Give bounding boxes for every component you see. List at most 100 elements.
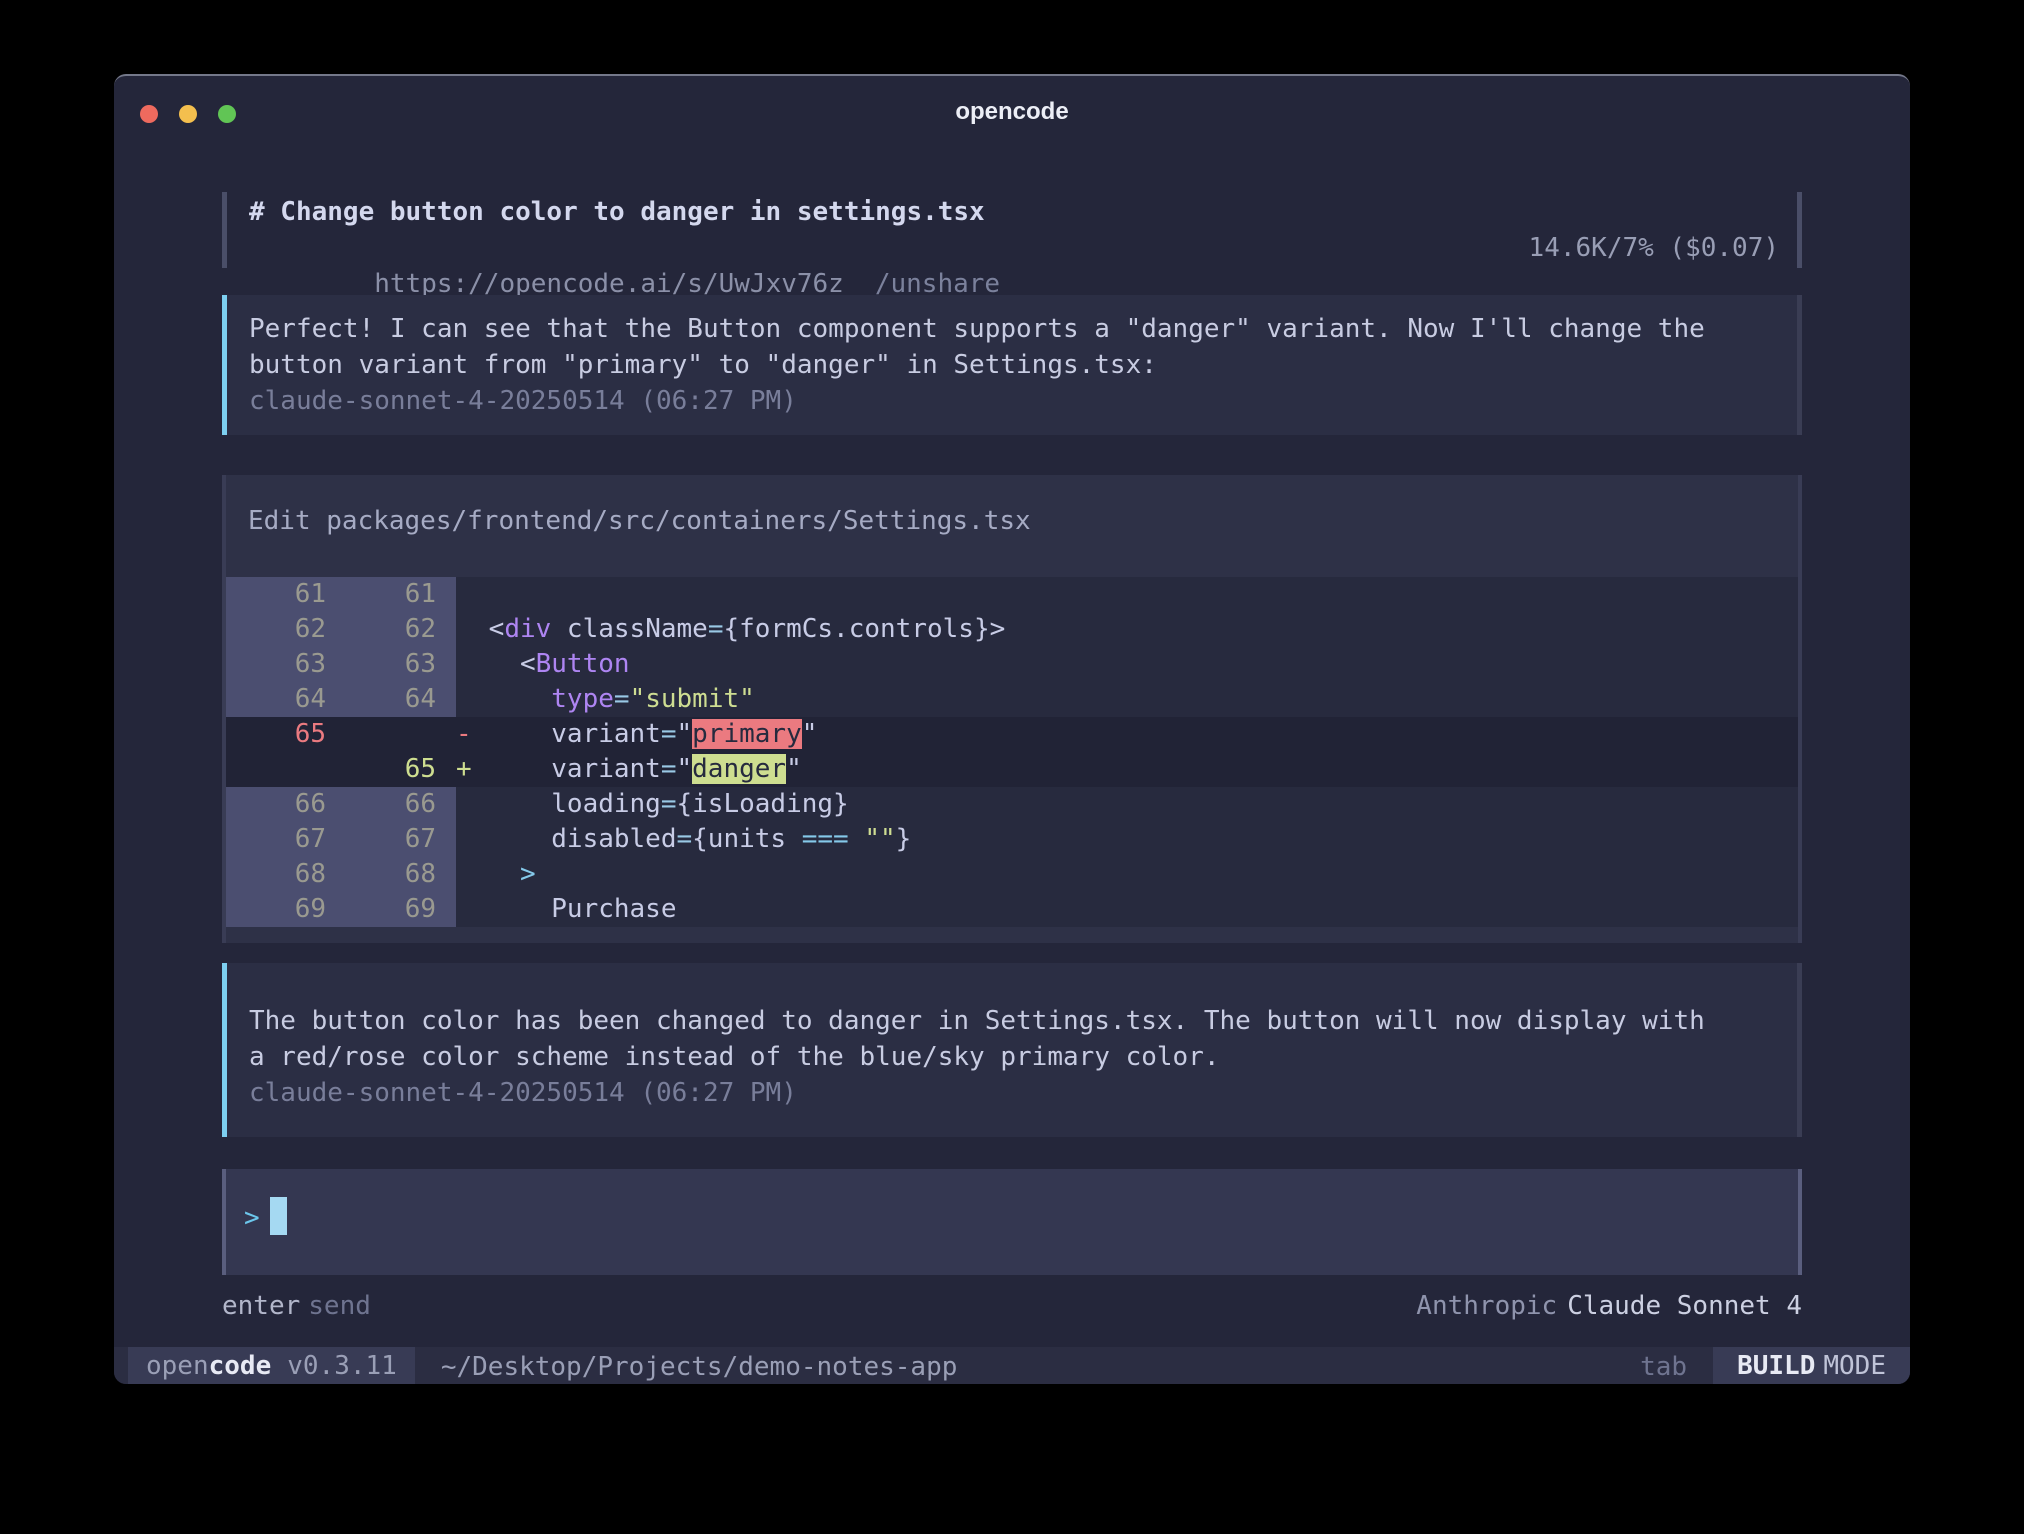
code-token: " [802, 719, 818, 749]
new-line-number: 62 [354, 612, 456, 647]
session-header: # Change button color to danger in setti… [222, 192, 1802, 268]
code-token: === [802, 824, 849, 854]
message-model-meta: claude-sonnet-4-20250514 (06:27 PM) [249, 1075, 1797, 1111]
enter-key-label: enter [222, 1291, 300, 1321]
new-line-number: 68 [354, 857, 456, 892]
minimize-window-button[interactable] [179, 105, 197, 123]
code-token: = [614, 684, 630, 714]
diff-marker [456, 682, 473, 717]
code-token: Button [536, 649, 630, 679]
provider-label: Anthropic [1416, 1291, 1557, 1321]
close-window-button[interactable] [140, 105, 158, 123]
code-token: primary [692, 719, 802, 749]
old-line-number [226, 752, 354, 787]
diff-row: 6969 Purchase [226, 892, 1798, 927]
code-token: " [677, 754, 693, 784]
status-bar-right: tab BUILD MODE [1640, 1347, 1910, 1384]
diff-row: 6868 > [226, 857, 1798, 892]
diff-row: 6262 <div className={formCs.controls}> [226, 612, 1798, 647]
app-name-code: code [209, 1351, 272, 1381]
old-line-number: 69 [226, 892, 354, 927]
opencode-window: opencode # Change button color to danger… [114, 74, 1910, 1384]
app-name-open: open [146, 1351, 209, 1381]
model-indicator: Anthropic Claude Sonnet 4 [1416, 1288, 1802, 1324]
diff-row: 6363 <Button [226, 647, 1798, 682]
diff-rows: 6161 6262 <div className={formCs.control… [226, 577, 1798, 927]
app-version-chip: opencodev0.3.11 [128, 1347, 415, 1384]
code-token: danger [692, 754, 786, 784]
code-token: " [786, 754, 802, 784]
code-token: Purchase [473, 894, 677, 924]
message-text-line: Perfect! I can see that the Button compo… [249, 311, 1797, 347]
diff-marker [456, 822, 473, 857]
prompt-input[interactable]: > [222, 1169, 1802, 1275]
diff-marker [456, 857, 473, 892]
new-line-number: 65 [354, 752, 456, 787]
edit-tool-title: Edit packages/frontend/src/containers/Se… [226, 475, 1798, 539]
diff-marker: + [456, 752, 473, 787]
message-text-line: button variant from "primary" to "danger… [249, 347, 1797, 383]
mode-word: MODE [1823, 1351, 1886, 1381]
old-line-number: 61 [226, 577, 354, 612]
code-token: loading [473, 789, 661, 819]
mode-chip: BUILD MODE [1713, 1347, 1910, 1384]
diff-marker [456, 612, 473, 647]
code-token: div [504, 614, 551, 644]
traffic-lights [140, 105, 236, 123]
code-token [473, 684, 551, 714]
text-cursor [270, 1197, 287, 1235]
diff-code-line: variant="primary" [473, 717, 817, 752]
message-text-line: a red/rose color scheme instead of the b… [249, 1039, 1797, 1075]
status-bar: opencodev0.3.11 ~/Desktop/Projects/demo-… [114, 1347, 1910, 1384]
working-directory: ~/Desktop/Projects/demo-notes-app [441, 1352, 958, 1382]
old-line-number: 66 [226, 787, 354, 822]
tab-key-hint: tab [1640, 1352, 1687, 1382]
window-title: opencode [114, 76, 1910, 126]
zoom-window-button[interactable] [218, 105, 236, 123]
code-token: = [661, 754, 677, 784]
diff-code-line: > [473, 857, 536, 892]
code-token: < [473, 649, 536, 679]
old-line-number: 62 [226, 612, 354, 647]
old-line-number: 68 [226, 857, 354, 892]
code-token: {units [692, 824, 802, 854]
code-token: = [708, 614, 724, 644]
diff-row: 6161 [226, 577, 1798, 612]
new-line-number [354, 717, 456, 752]
code-token: "submit" [630, 684, 755, 714]
mode-name: BUILD [1737, 1351, 1815, 1381]
code-token: = [677, 824, 693, 854]
code-token: className [551, 614, 708, 644]
diff-code-line: type="submit" [473, 682, 755, 717]
window-titlebar: opencode [114, 76, 1910, 132]
send-key-hint: entersend [222, 1288, 371, 1324]
diff-row: 65 - variant="primary" [226, 717, 1798, 752]
new-line-number: 69 [354, 892, 456, 927]
diff-code-line: Purchase [473, 892, 677, 927]
code-token: = [661, 789, 677, 819]
new-line-number: 63 [354, 647, 456, 682]
diff-code-line: <Button [473, 647, 630, 682]
session-title: # Change button color to danger in setti… [249, 194, 1797, 230]
diff-row: 6767 disabled={units === ""} [226, 822, 1798, 857]
code-token: } [896, 824, 912, 854]
edit-tool-card: Edit packages/frontend/src/containers/Se… [222, 475, 1802, 943]
code-token: {formCs.controls}> [723, 614, 1005, 644]
code-token: "" [864, 824, 895, 854]
context-usage-stats: 14.6K/7% ($0.07) [1529, 230, 1779, 266]
diff-marker [456, 892, 473, 927]
diff-marker [456, 647, 473, 682]
code-token: < [473, 614, 504, 644]
code-token: variant [473, 719, 661, 749]
model-label: Claude Sonnet 4 [1567, 1291, 1802, 1321]
prompt-symbol: > [244, 1203, 260, 1233]
code-token: disabled [473, 824, 677, 854]
old-line-number: 64 [226, 682, 354, 717]
code-token: variant [473, 754, 661, 784]
diff-marker: - [456, 717, 473, 752]
diff-marker [456, 577, 473, 612]
message-model-meta: claude-sonnet-4-20250514 (06:27 PM) [249, 383, 1797, 419]
old-line-number: 65 [226, 717, 354, 752]
code-token [473, 859, 520, 889]
diff-row: 6666 loading={isLoading} [226, 787, 1798, 822]
